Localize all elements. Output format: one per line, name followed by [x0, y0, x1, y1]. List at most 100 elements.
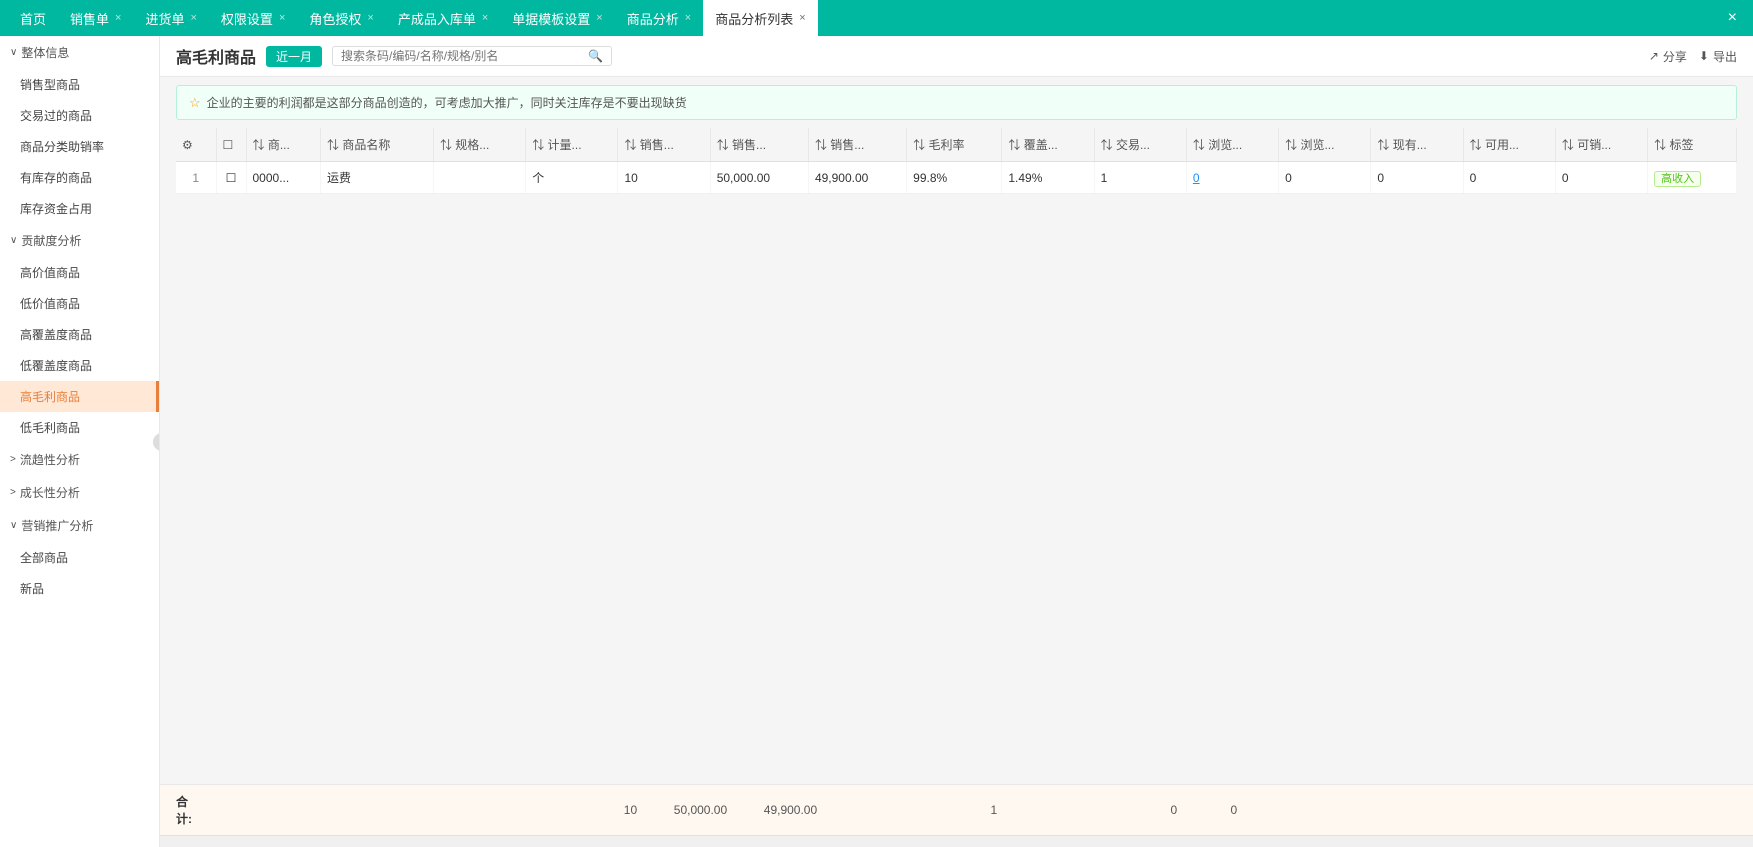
nav-close-icon[interactable]: ×: [279, 12, 285, 24]
cell-browse1[interactable]: 0: [1186, 162, 1278, 194]
header-actions: ↗ 分享 ⬇ 导出: [1649, 48, 1737, 65]
sidebar-group-贡献度分析[interactable]: ∨ 贡献度分析: [0, 224, 159, 257]
sidebar-item-有库存的商品[interactable]: 有库存的商品: [0, 162, 159, 193]
header-label-browse1: ⇅ 浏览...: [1193, 138, 1242, 152]
cell-unit: 个: [526, 162, 618, 194]
table-header-browse1: ⇅ 浏览...: [1186, 128, 1278, 162]
sidebar-item-新品[interactable]: 新品: [0, 573, 159, 604]
table-header-browse2: ⇅ 浏览...: [1279, 128, 1371, 162]
nav-close-icon[interactable]: ×: [482, 12, 488, 24]
nav-item-权限设置[interactable]: 权限设置×: [209, 0, 297, 36]
sidebar-group-arrow: >: [10, 454, 16, 465]
header-label-browse2: ⇅ 浏览...: [1285, 138, 1334, 152]
main-layout: « ∨ 整体信息销售型商品交易过的商品商品分类助销率有库存的商品库存资金占用∨ …: [0, 36, 1753, 847]
table-settings-header[interactable]: ⚙: [176, 128, 216, 162]
close-app-button[interactable]: ×: [1720, 9, 1745, 27]
nav-close-icon[interactable]: ×: [115, 12, 121, 24]
sidebar-group-label: 流趋性分析: [20, 451, 80, 468]
search-icon[interactable]: 🔍: [588, 49, 603, 63]
content-area: 高毛利商品 近一月 🔍 ↗ 分享 ⬇ 导出 ☆ 企业的主要的利润都是这部分商品创…: [160, 36, 1753, 847]
cell-gross_rate: 99.8%: [907, 162, 1002, 194]
share-button[interactable]: ↗ 分享: [1649, 48, 1687, 65]
sidebar-group-arrow: ∨: [10, 235, 17, 246]
table-header-tag: ⇅ 标签: [1648, 128, 1737, 162]
browse1-link[interactable]: 0: [1193, 171, 1200, 185]
export-icon: ⬇: [1699, 49, 1709, 63]
header-label-sales_amt: ⇅ 销售...: [717, 138, 766, 152]
table-wrapper: ⚙☐⇅ 商...⇅ 商品名称⇅ 规格...⇅ 计量...⇅ 销售...⇅ 销售.…: [160, 128, 1753, 784]
tag-badge: 高收入: [1654, 171, 1701, 187]
sidebar-item-高毛利商品[interactable]: 高毛利商品: [0, 381, 159, 412]
nav-close-icon[interactable]: ×: [367, 12, 373, 24]
header-label-unit: ⇅ 计量...: [532, 138, 581, 152]
sidebar-item-交易过的商品[interactable]: 交易过的商品: [0, 100, 159, 131]
date-filter-button[interactable]: 近一月: [266, 46, 322, 67]
sidebar-group-label: 营销推广分析: [21, 517, 93, 534]
header-label-trade: ⇅ 交易...: [1101, 138, 1150, 152]
data-table: ⚙☐⇅ 商...⇅ 商品名称⇅ 规格...⇅ 计量...⇅ 销售...⇅ 销售.…: [176, 128, 1737, 194]
nav-item-角色授权[interactable]: 角色授权×: [297, 0, 385, 36]
table-row: 1☐0000...运费个1050,000.0049,900.0099.8%1.4…: [176, 162, 1737, 194]
nav-close-icon[interactable]: ×: [799, 12, 805, 24]
share-label: 分享: [1663, 48, 1687, 65]
footer-cell: 0: [1183, 803, 1243, 817]
cell-sales_qty: 10: [618, 162, 710, 194]
search-input[interactable]: [341, 49, 588, 63]
settings-icon[interactable]: ⚙: [182, 138, 193, 152]
nav-item-进货单[interactable]: 进货单×: [133, 0, 208, 36]
table-header-code: ⇅ 商...: [246, 128, 320, 162]
cell-sellable: 0: [1555, 162, 1647, 194]
sidebar-item-库存资金占用[interactable]: 库存资金占用: [0, 193, 159, 224]
footer-cell: [1003, 803, 1063, 817]
header-label-sales_cost: ⇅ 销售...: [815, 138, 864, 152]
header-label-sales_qty: ⇅ 销售...: [624, 138, 673, 152]
footer-cell: [883, 803, 943, 817]
sidebar-item-低毛利商品[interactable]: 低毛利商品: [0, 412, 159, 443]
nav-close-icon[interactable]: ×: [685, 12, 691, 24]
share-icon: ↗: [1649, 49, 1659, 63]
export-button[interactable]: ⬇ 导出: [1699, 48, 1737, 65]
cell-checkbox[interactable]: ☐: [216, 162, 246, 194]
cell-code: 0000...: [246, 162, 320, 194]
sidebar-group-流趋性分析[interactable]: > 流趋性分析: [0, 443, 159, 476]
footer-cell: [223, 803, 263, 817]
table-header-unit: ⇅ 计量...: [526, 128, 618, 162]
header-checkbox[interactable]: ☐: [223, 138, 234, 152]
sidebar-item-全部商品[interactable]: 全部商品: [0, 542, 159, 573]
footer-cell: [293, 803, 373, 817]
footer-cell: [473, 803, 533, 817]
nav-item-首页[interactable]: 首页: [8, 0, 58, 36]
footer-cell: [823, 803, 883, 817]
sidebar-group-成长性分析[interactable]: > 成长性分析: [0, 476, 159, 509]
header-label-current: ⇅ 现有...: [1377, 138, 1426, 152]
table-header-sellable: ⇅ 可销...: [1555, 128, 1647, 162]
top-navigation: 首页销售单×进货单×权限设置×角色授权×产成品入库单×单据模板设置×商品分析×商…: [0, 0, 1753, 36]
nav-item-商品分析列表[interactable]: 商品分析列表×: [703, 0, 817, 36]
header-label-tag: ⇅ 标签: [1654, 138, 1693, 152]
sidebar-item-低价值商品[interactable]: 低价值商品: [0, 288, 159, 319]
table-header-name: ⇅ 商品名称: [320, 128, 433, 162]
sidebar-group-label: 整体信息: [21, 44, 69, 61]
bottom-scrollbar[interactable]: [160, 835, 1753, 847]
sidebar-item-高价值商品[interactable]: 高价值商品: [0, 257, 159, 288]
header-label-sellable: ⇅ 可销...: [1562, 138, 1611, 152]
nav-item-销售单[interactable]: 销售单×: [58, 0, 133, 36]
row-checkbox[interactable]: ☐: [226, 171, 237, 185]
nav-item-产成品入库单[interactable]: 产成品入库单×: [386, 0, 500, 36]
content-header: 高毛利商品 近一月 🔍 ↗ 分享 ⬇ 导出: [160, 36, 1753, 77]
table-header-sales_qty: ⇅ 销售...: [618, 128, 710, 162]
sidebar-item-销售型商品[interactable]: 销售型商品: [0, 69, 159, 100]
cell-browse2: 0: [1279, 162, 1371, 194]
table-checkbox-header[interactable]: ☐: [216, 128, 246, 162]
footer-label: 合计:: [176, 793, 203, 827]
nav-item-单据模板设置[interactable]: 单据模板设置×: [500, 0, 614, 36]
sidebar-group-整体信息[interactable]: ∨ 整体信息: [0, 36, 159, 69]
sidebar-group-营销推广分析[interactable]: ∨ 营销推广分析: [0, 509, 159, 542]
nav-item-商品分析[interactable]: 商品分析×: [615, 0, 703, 36]
nav-close-icon[interactable]: ×: [190, 12, 196, 24]
sidebar-item-低覆盖度商品[interactable]: 低覆盖度商品: [0, 350, 159, 381]
sidebar-item-商品分类助销率[interactable]: 商品分类助销率: [0, 131, 159, 162]
footer-cell: 1: [943, 803, 1003, 817]
sidebar-item-高覆盖度商品[interactable]: 高覆盖度商品: [0, 319, 159, 350]
nav-close-icon[interactable]: ×: [596, 12, 602, 24]
